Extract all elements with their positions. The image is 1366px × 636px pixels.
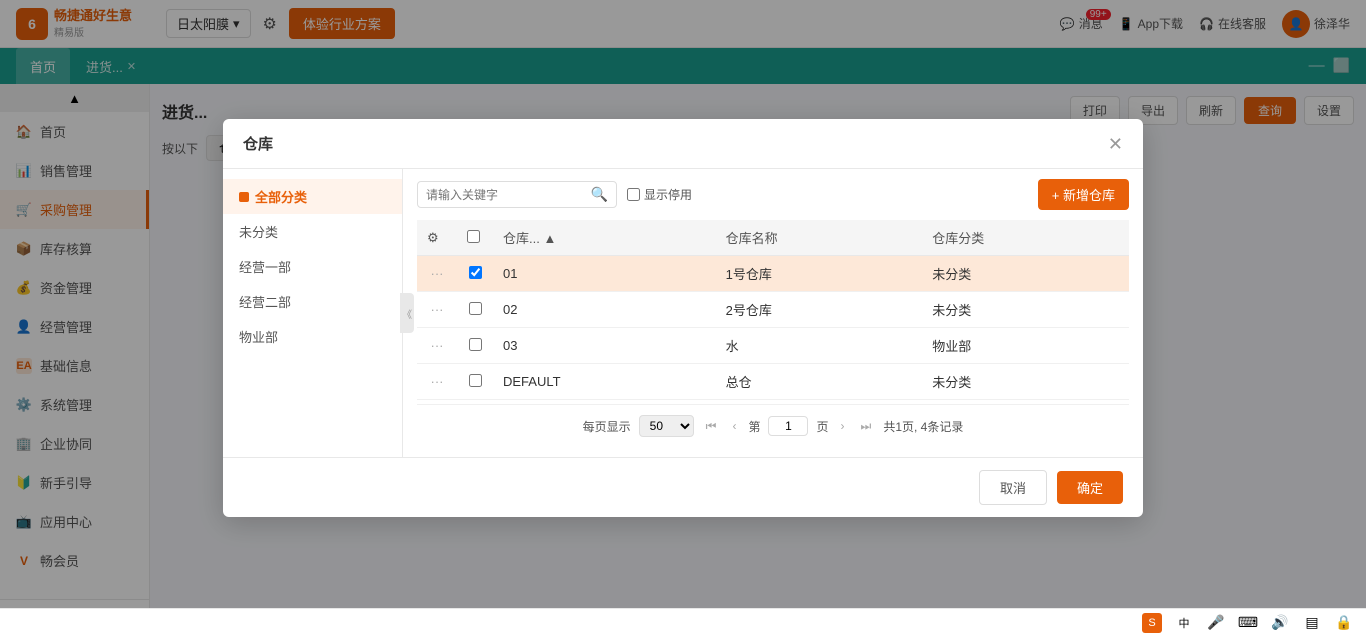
page-input[interactable] xyxy=(768,416,808,436)
th-name: 仓库名称 xyxy=(716,220,923,256)
per-page-select[interactable]: 50 100 xyxy=(639,415,694,437)
modal-table-panel: 🔍 显示停用 + 新增仓库 xyxy=(403,169,1143,457)
table-row[interactable]: ··· 03 水 物业部 xyxy=(417,328,1129,364)
row-checkbox-cell[interactable] xyxy=(457,292,493,328)
row-checkbox-cell[interactable] xyxy=(457,256,493,292)
row-checkbox[interactable] xyxy=(469,374,482,387)
modal-toolbar-right: + 新增仓库 xyxy=(1038,179,1129,210)
row-actions[interactable]: ··· xyxy=(417,292,457,328)
taskbar-keyboard-icon[interactable]: ⌨ xyxy=(1238,613,1258,633)
th-code: 仓库... ▲ xyxy=(493,220,716,256)
row-code: 01 xyxy=(493,256,716,292)
row-name: 总仓 xyxy=(716,364,923,400)
category-item-dept2[interactable]: 经营二部 xyxy=(223,284,402,319)
modal-body: 《 全部分类 未分类 经营一部 经营二部 物业部 xyxy=(223,169,1143,457)
modal-category-panel: 《 全部分类 未分类 经营一部 经营二部 物业部 xyxy=(223,169,403,457)
row-category: 物业部 xyxy=(922,328,1129,364)
table-wrap: ⚙ 仓库... ▲ 仓库名称 xyxy=(417,220,1129,400)
th-gear: ⚙ xyxy=(417,220,457,256)
taskbar-layout-icon[interactable]: ▤ xyxy=(1302,613,1322,633)
row-checkbox[interactable] xyxy=(469,266,482,279)
next-page-button[interactable]: › xyxy=(837,417,849,435)
taskbar-volume-icon[interactable]: 🔊 xyxy=(1270,613,1290,633)
row-checkbox[interactable] xyxy=(469,302,482,315)
modal-toolbar: 🔍 显示停用 + 新增仓库 xyxy=(417,179,1129,210)
table-row[interactable]: ··· 01 1号仓库 未分类 xyxy=(417,256,1129,292)
modal-header: 仓库 ✕ xyxy=(223,119,1143,169)
pagination: 每页显示 50 100 ⏮ ‹ 第 页 › ⏭ 共1页, 4条记录 xyxy=(417,404,1129,447)
first-page-button[interactable]: ⏮ xyxy=(702,417,721,436)
row-name: 2号仓库 xyxy=(716,292,923,328)
taskbar: S 中 🎤 ⌨ 🔊 ▤ 🔒 xyxy=(0,608,1366,636)
total-label: 共1页, 4条记录 xyxy=(883,418,963,435)
page-label-pre: 第 xyxy=(748,418,760,435)
category-dot-icon xyxy=(239,192,249,202)
modal-title: 仓库 xyxy=(243,133,273,154)
taskbar-lock-icon[interactable]: 🔒 xyxy=(1334,613,1354,633)
cancel-button[interactable]: 取消 xyxy=(979,470,1047,505)
show-disabled-label[interactable]: 显示停用 xyxy=(627,186,692,203)
row-category: 未分类 xyxy=(922,364,1129,400)
th-category: 仓库分类 xyxy=(922,220,1129,256)
confirm-button[interactable]: 确定 xyxy=(1057,471,1123,504)
prev-page-button[interactable]: ‹ xyxy=(728,417,740,435)
search-input[interactable] xyxy=(426,188,591,202)
taskbar-mic-icon[interactable]: 🎤 xyxy=(1206,613,1226,633)
add-warehouse-button[interactable]: + 新增仓库 xyxy=(1038,179,1129,210)
row-name: 水 xyxy=(716,328,923,364)
select-all-checkbox[interactable] xyxy=(467,230,480,243)
th-check xyxy=(457,220,493,256)
last-page-button[interactable]: ⏭ xyxy=(857,417,876,436)
table-row[interactable]: ··· 02 2号仓库 未分类 xyxy=(417,292,1129,328)
row-checkbox-cell[interactable] xyxy=(457,328,493,364)
category-item-uncategorized[interactable]: 未分类 xyxy=(223,214,402,249)
category-item-all[interactable]: 全部分类 xyxy=(223,179,402,214)
taskbar-zh-icon[interactable]: 中 xyxy=(1174,613,1194,633)
row-actions[interactable]: ··· xyxy=(417,256,457,292)
row-category: 未分类 xyxy=(922,292,1129,328)
category-item-property[interactable]: 物业部 xyxy=(223,319,402,354)
row-checkbox[interactable] xyxy=(469,338,482,351)
show-disabled-checkbox[interactable] xyxy=(627,188,640,201)
search-box: 🔍 xyxy=(417,181,617,208)
row-code: DEFAULT xyxy=(493,364,716,400)
taskbar-s-icon[interactable]: S xyxy=(1142,613,1162,633)
row-actions[interactable]: ··· xyxy=(417,364,457,400)
modal-overlay[interactable]: 仓库 ✕ 《 全部分类 未分类 经营一部 经营二部 xyxy=(0,0,1366,636)
warehouse-modal: 仓库 ✕ 《 全部分类 未分类 经营一部 经营二部 xyxy=(223,119,1143,517)
row-category: 未分类 xyxy=(922,256,1129,292)
per-page-label: 每页显示 xyxy=(583,418,631,435)
row-checkbox-cell[interactable] xyxy=(457,364,493,400)
page-label: 页 xyxy=(816,418,828,435)
panel-collapse-icon[interactable]: 《 xyxy=(400,293,414,333)
table-row[interactable]: ··· DEFAULT 总仓 未分类 xyxy=(417,364,1129,400)
modal-footer: 取消 确定 xyxy=(223,457,1143,517)
search-icon[interactable]: 🔍 xyxy=(591,186,608,203)
warehouse-table: ⚙ 仓库... ▲ 仓库名称 xyxy=(417,220,1129,400)
category-item-dept1[interactable]: 经营一部 xyxy=(223,249,402,284)
modal-close-button[interactable]: ✕ xyxy=(1108,135,1123,153)
gear-col-icon[interactable]: ⚙ xyxy=(427,230,439,245)
row-code: 03 xyxy=(493,328,716,364)
row-name: 1号仓库 xyxy=(716,256,923,292)
row-actions[interactable]: ··· xyxy=(417,328,457,364)
table-header-row: ⚙ 仓库... ▲ 仓库名称 xyxy=(417,220,1129,256)
row-code: 02 xyxy=(493,292,716,328)
